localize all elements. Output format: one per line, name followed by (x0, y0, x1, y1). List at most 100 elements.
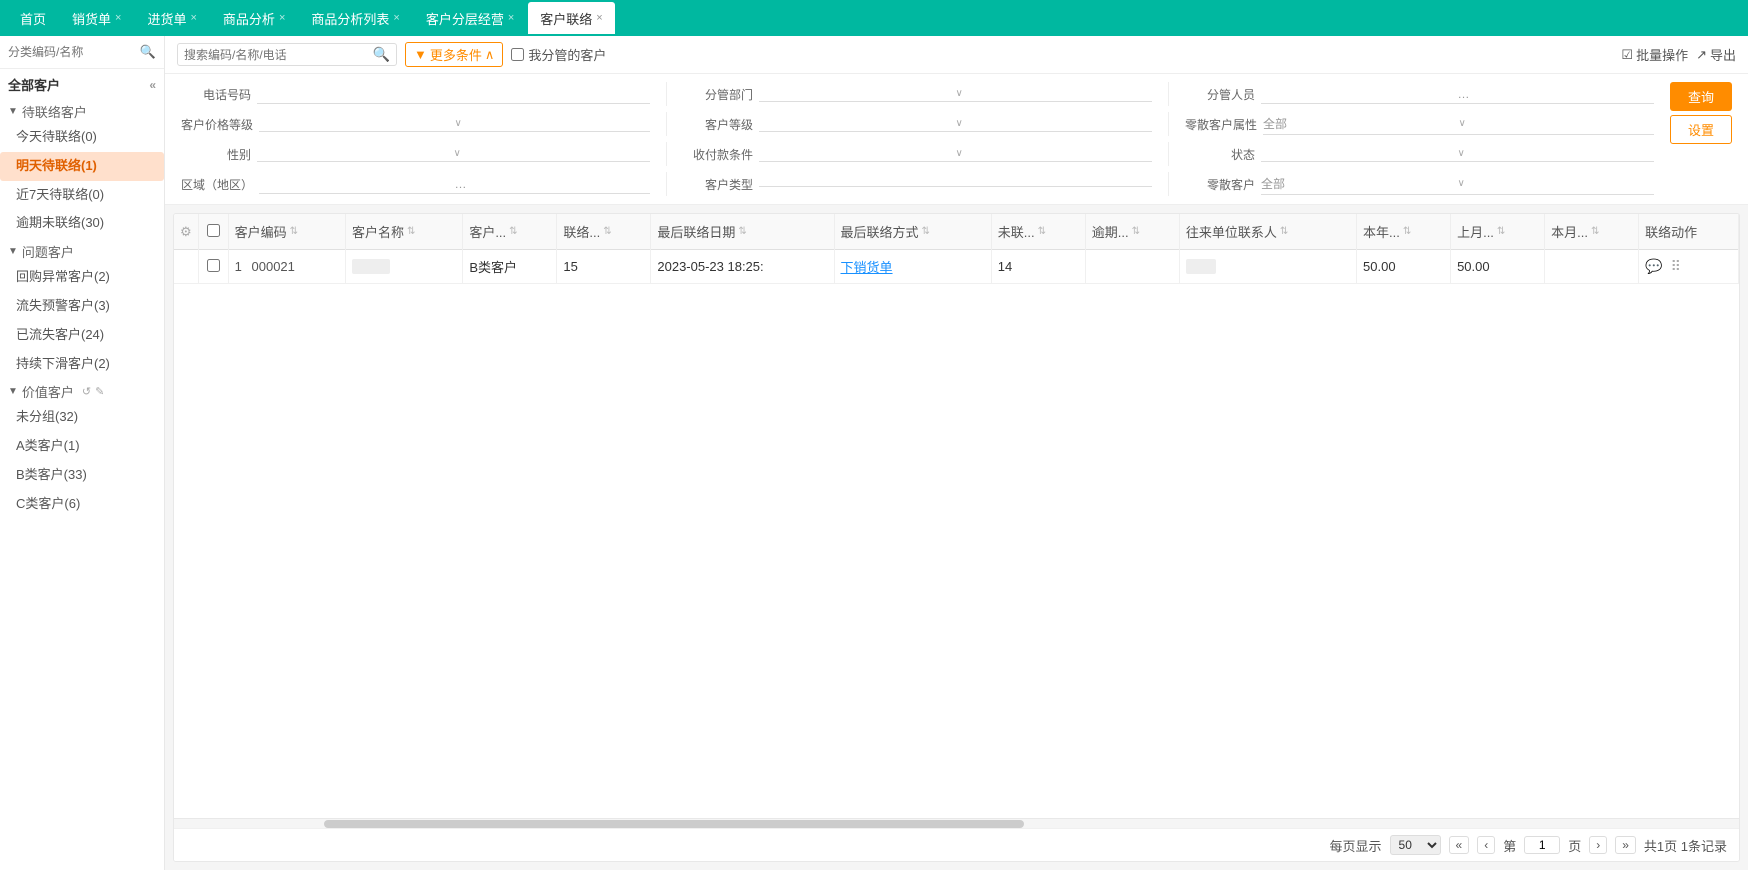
sort-date-icon[interactable]: ⇅ (738, 226, 746, 237)
sidebar-item-week[interactable]: 近7天待联络(0) (0, 181, 164, 210)
scrollbar-thumb[interactable] (324, 820, 1024, 828)
more-filter-button[interactable]: ▼ 更多条件 ∧ (405, 42, 503, 67)
payment-select[interactable]: ∨ (759, 146, 1152, 162)
edit-icon[interactable]: ✎ (95, 385, 104, 398)
export-button[interactable]: ↗ 导出 (1696, 45, 1736, 64)
horizontal-scrollbar[interactable] (174, 818, 1739, 828)
row-this-month (1545, 250, 1639, 284)
setting-button[interactable]: 设置 (1670, 115, 1732, 144)
payment-label: 收付款条件 (683, 146, 753, 163)
price-level-select[interactable]: ∨ (259, 116, 650, 132)
sidebar-item-today[interactable]: 今天待联络(0) (0, 123, 164, 152)
person-dots-icon[interactable]: … (1458, 87, 1655, 101)
my-customer-checkbox-wrap[interactable]: 我分管的客户 (511, 45, 606, 64)
dept-label: 分管部门 (683, 86, 753, 103)
checkbox-header[interactable] (198, 214, 228, 250)
my-customer-checkbox[interactable] (511, 48, 524, 61)
region-cell: 区域（地区） … (181, 175, 650, 194)
row-checkbox[interactable] (207, 259, 220, 272)
region-dots-icon[interactable]: … (455, 177, 651, 191)
nav-customer-tier[interactable]: 客户分层经营 × (414, 2, 526, 34)
sort-notcontact-icon[interactable]: ⇅ (1038, 226, 1046, 237)
phone-input[interactable] (257, 85, 650, 104)
query-button[interactable]: 查询 (1670, 82, 1732, 111)
nav-sales-order[interactable]: 销货单 × (60, 2, 133, 34)
col-last-contact-method: 最后联络方式⇅ (834, 214, 991, 250)
contact-method-link[interactable]: 下销货单 (841, 260, 893, 275)
sort-method-icon[interactable]: ⇅ (922, 226, 930, 237)
retail-attr-select[interactable]: 全部 ∨ (1263, 113, 1654, 135)
nav-customer-contact[interactable]: 客户联络 × (528, 2, 614, 34)
sidebar-item-a-class[interactable]: A类客户(1) (0, 432, 164, 461)
search-input[interactable] (184, 48, 373, 62)
row-last-contact-date: 2023-05-23 18:25: (651, 250, 834, 284)
close-tier-icon[interactable]: × (508, 12, 514, 24)
retail-customer-select[interactable]: 全部 ∨ (1261, 173, 1654, 195)
action-buttons: ☑ 批量操作 ↗ 导出 (1621, 45, 1736, 64)
divider5 (666, 142, 667, 166)
nav-purchase-order[interactable]: 进货单 × (135, 2, 208, 34)
refresh-icon[interactable]: ↺ (82, 385, 91, 398)
divider4 (1168, 112, 1169, 136)
customer-type-select[interactable] (759, 182, 1152, 187)
sidebar-item-lost[interactable]: 已流失客户(24) (0, 321, 164, 350)
prev-page-button[interactable]: ‹ (1477, 836, 1495, 854)
first-page-button[interactable]: « (1449, 836, 1470, 854)
person-select[interactable]: … (1261, 85, 1654, 104)
sidebar-search-icon[interactable]: 🔍 (140, 44, 156, 60)
dept-select[interactable]: ∨ (759, 86, 1152, 102)
search-submit-icon[interactable]: 🔍 (373, 46, 390, 63)
action-comment-icon[interactable]: 💬 (1645, 258, 1662, 275)
sidebar-item-b-class[interactable]: B类客户(33) (0, 461, 164, 490)
col-contact-count: 联络...⇅ (557, 214, 651, 250)
batch-operation-button[interactable]: ☑ 批量操作 (1621, 45, 1688, 64)
select-all-checkbox[interactable] (207, 224, 220, 237)
sidebar-item-ungrouped[interactable]: 未分组(32) (0, 403, 164, 432)
sidebar-search-input[interactable] (8, 45, 136, 59)
value-triangle-icon: ▼ (8, 386, 18, 397)
last-page-button[interactable]: » (1615, 836, 1636, 854)
nav-home[interactable]: 首页 (8, 2, 58, 34)
per-page-select[interactable]: 50 100 200 (1390, 835, 1441, 855)
divider3 (666, 112, 667, 136)
sidebar-item-persistent-low[interactable]: 持续下滑客户(2) (0, 350, 164, 379)
close-sales-order-icon[interactable]: × (115, 12, 121, 24)
export-icon: ↗ (1696, 47, 1707, 63)
sidebar-item-c-class[interactable]: C类客户(6) (0, 490, 164, 519)
row-this-year: 50.00 (1357, 250, 1451, 284)
nav-product-analysis[interactable]: 商品分析 × (211, 2, 297, 34)
nav-product-analysis-list[interactable]: 商品分析列表 × (299, 2, 411, 34)
close-contact-icon[interactable]: × (596, 12, 602, 24)
region-select[interactable]: … (259, 175, 650, 194)
close-product-analysis-icon[interactable]: × (279, 12, 285, 24)
sort-overdue-icon[interactable]: ⇅ (1132, 226, 1140, 237)
sort-contact-icon[interactable]: ⇅ (603, 226, 611, 237)
status-select[interactable]: ∨ (1261, 146, 1654, 162)
sort-lastmonth-icon[interactable]: ⇅ (1497, 226, 1505, 237)
gear-header[interactable]: ⚙ (174, 214, 198, 250)
sidebar-item-overdue[interactable]: 逾期未联络(30) (0, 209, 164, 238)
col-last-month: 上月...⇅ (1451, 214, 1545, 250)
pending-triangle-icon: ▼ (8, 106, 18, 117)
sort-code-icon[interactable]: ⇅ (290, 226, 298, 237)
price-level-label: 客户价格等级 (181, 116, 253, 133)
sidebar-item-repurchase[interactable]: 回购异常客户(2) (0, 263, 164, 292)
sort-name-icon[interactable]: ⇅ (407, 226, 415, 237)
close-product-list-icon[interactable]: × (393, 12, 399, 24)
sort-year-icon[interactable]: ⇅ (1403, 226, 1411, 237)
filter-icon: ▼ (414, 47, 427, 62)
gender-select[interactable]: ∨ (257, 146, 650, 162)
customer-level-select[interactable]: ∨ (759, 116, 1152, 132)
action-grid-icon[interactable]: ⠿ (1671, 258, 1681, 275)
all-customers-header[interactable]: 全部客户 « (0, 69, 164, 98)
sidebar-item-tomorrow[interactable]: 明天待联络(1) (0, 152, 164, 181)
sort-month-icon[interactable]: ⇅ (1591, 226, 1599, 237)
next-page-button[interactable]: › (1589, 836, 1607, 854)
close-purchase-icon[interactable]: × (190, 12, 196, 24)
pending-contact-group: ▼ 待联络客户 (0, 98, 164, 123)
person-filter-cell: 分管人员 … (1185, 85, 1654, 104)
sort-type-icon[interactable]: ⇅ (509, 226, 517, 237)
page-number-input[interactable] (1524, 836, 1560, 854)
sort-person-icon[interactable]: ⇅ (1280, 226, 1288, 237)
sidebar-item-loss-risk[interactable]: 流失预警客户(3) (0, 292, 164, 321)
